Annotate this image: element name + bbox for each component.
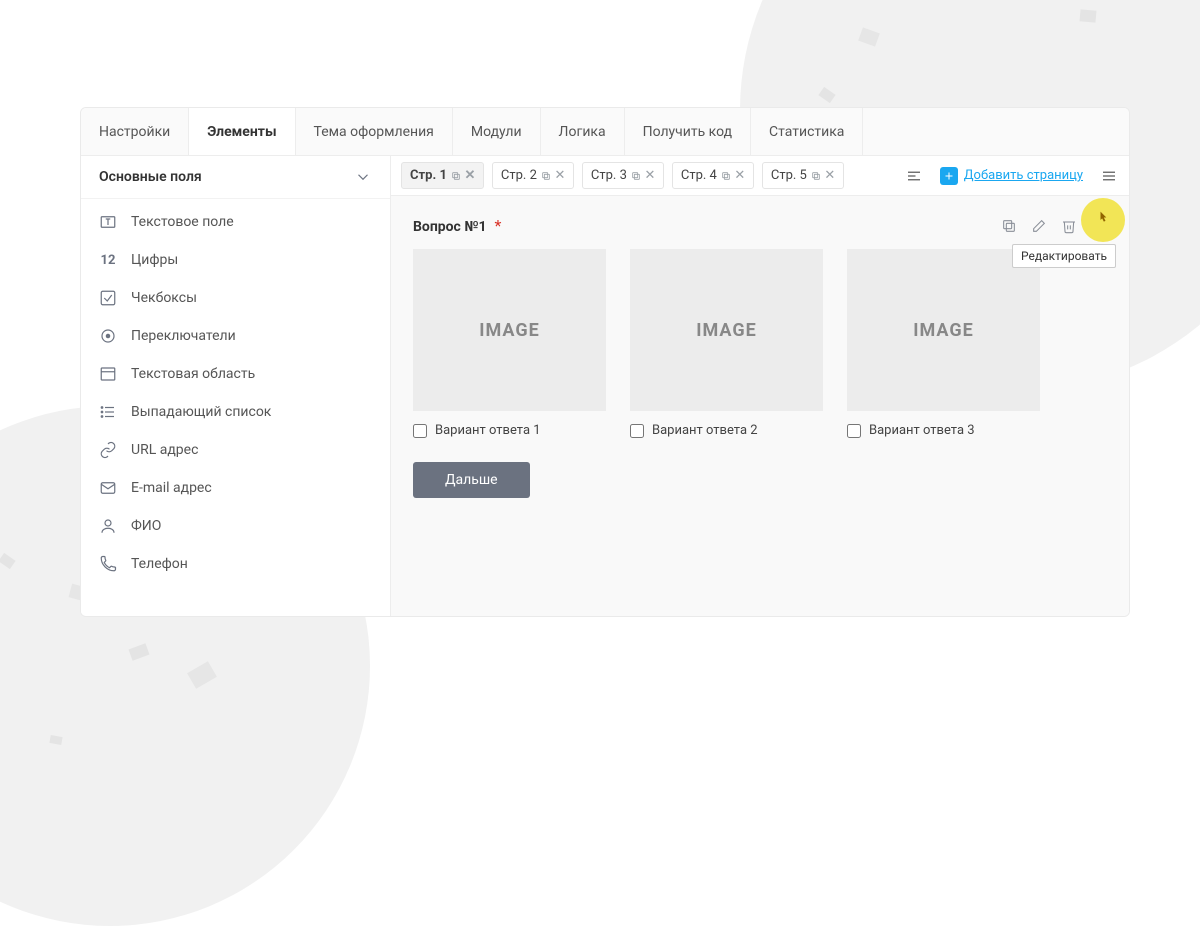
main-area: Стр. 1 ✕ Стр. 2 ✕ Стр. 3 ✕ Стр. 4 — [391, 156, 1129, 616]
sidebar-item-email[interactable]: E-mail адрес — [81, 469, 390, 507]
close-icon[interactable]: ✕ — [825, 171, 835, 181]
plus-icon — [940, 167, 958, 185]
menu-icon[interactable] — [1099, 166, 1119, 186]
main-tabs: Настройки Элементы Тема оформления Модул… — [81, 108, 1129, 156]
sidebar-item-label: Текстовое поле — [131, 214, 234, 230]
copy-icon[interactable] — [721, 171, 731, 181]
next-button[interactable]: Дальше — [413, 462, 530, 498]
copy-icon[interactable] — [1001, 218, 1017, 234]
sidebar-item-numbers[interactable]: 12 Цифры — [81, 241, 390, 279]
sidebar-item-label: URL адрес — [131, 442, 198, 458]
sidebar-item-checkboxes[interactable]: Чекбоксы — [81, 279, 390, 317]
edit-tooltip: Редактировать — [1012, 244, 1116, 268]
option-label: Вариант ответа 1 — [435, 423, 541, 438]
image-placeholder[interactable]: IMAGE — [847, 249, 1040, 411]
checkbox-icon — [99, 289, 117, 307]
mail-icon — [99, 479, 117, 497]
numbers-icon: 12 — [99, 251, 117, 269]
radio-icon — [99, 327, 117, 345]
close-icon[interactable]: ✕ — [465, 171, 475, 181]
tab-logic[interactable]: Логика — [541, 108, 625, 155]
option-label: Вариант ответа 3 — [869, 423, 975, 438]
sidebar-item-text-field[interactable]: Текстовое поле — [81, 203, 390, 241]
sidebar-item-label: Телефон — [131, 556, 188, 572]
option-label: Вариант ответа 2 — [652, 423, 758, 438]
option-checkbox-2[interactable] — [630, 424, 644, 438]
delete-icon[interactable] — [1061, 218, 1077, 234]
add-page-label: Добавить страницу — [964, 168, 1083, 183]
close-icon[interactable]: ✕ — [645, 171, 655, 181]
page-tab-4[interactable]: Стр. 4 ✕ — [672, 162, 754, 189]
sidebar-item-name[interactable]: ФИО — [81, 507, 390, 545]
close-icon[interactable]: ✕ — [735, 171, 745, 181]
person-icon — [99, 517, 117, 535]
sidebar: Основные поля Текстовое поле 12 Цифры Че… — [81, 156, 391, 616]
sidebar-item-radio[interactable]: Переключатели — [81, 317, 390, 355]
page-tab-5[interactable]: Стр. 5 ✕ — [762, 162, 844, 189]
phone-icon — [99, 555, 117, 573]
reorder-icon[interactable] — [904, 166, 924, 186]
page-tab-label: Стр. 1 — [410, 168, 447, 183]
option-checkbox-1[interactable] — [413, 424, 427, 438]
sidebar-item-url[interactable]: URL адрес — [81, 431, 390, 469]
page-tab-3[interactable]: Стр. 3 ✕ — [582, 162, 664, 189]
question-title: Вопрос №1 — [413, 219, 487, 235]
edit-icon[interactable] — [1031, 218, 1047, 234]
image-placeholder[interactable]: IMAGE — [413, 249, 606, 411]
tab-settings[interactable]: Настройки — [81, 108, 189, 155]
textarea-icon — [99, 365, 117, 383]
tab-getcode[interactable]: Получить код — [625, 108, 751, 155]
sidebar-item-label: Текстовая область — [131, 366, 255, 382]
option-checkbox-3[interactable] — [847, 424, 861, 438]
page-tab-label: Стр. 3 — [591, 168, 627, 183]
sidebar-item-textarea[interactable]: Текстовая область — [81, 355, 390, 393]
pointer-cursor-icon — [1093, 210, 1113, 230]
tab-stats[interactable]: Статистика — [751, 108, 863, 155]
chevron-down-icon — [354, 168, 372, 186]
copy-icon[interactable] — [631, 171, 641, 181]
page-tab-label: Стр. 5 — [771, 168, 807, 183]
tab-modules[interactable]: Модули — [453, 108, 541, 155]
add-page-button[interactable]: Добавить страницу — [940, 167, 1083, 185]
sidebar-section-label: Основные поля — [99, 169, 202, 185]
sidebar-item-label: Выпадающий список — [131, 404, 271, 420]
page-tab-label: Стр. 4 — [681, 168, 717, 183]
cursor-highlight — [1081, 198, 1125, 242]
sidebar-item-phone[interactable]: Телефон — [81, 545, 390, 583]
sidebar-item-label: E-mail адрес — [131, 480, 212, 496]
close-icon[interactable]: ✕ — [555, 171, 565, 181]
sidebar-item-label: Цифры — [131, 252, 178, 268]
link-icon — [99, 441, 117, 459]
sidebar-item-label: Переключатели — [131, 328, 236, 344]
tab-elements[interactable]: Элементы — [189, 108, 295, 155]
page-tab-2[interactable]: Стр. 2 ✕ — [492, 162, 574, 189]
page-tab-label: Стр. 2 — [501, 168, 537, 183]
page-tab-1[interactable]: Стр. 1 ✕ — [401, 162, 484, 189]
sidebar-item-label: ФИО — [131, 518, 161, 534]
required-mark: * — [495, 216, 502, 235]
app-card: Настройки Элементы Тема оформления Модул… — [80, 107, 1130, 617]
sidebar-item-dropdown[interactable]: Выпадающий список — [81, 393, 390, 431]
page-bar: Стр. 1 ✕ Стр. 2 ✕ Стр. 3 ✕ Стр. 4 — [391, 156, 1129, 196]
sidebar-section-toggle[interactable]: Основные поля — [81, 156, 390, 199]
tab-theme[interactable]: Тема оформления — [296, 108, 453, 155]
image-placeholder[interactable]: IMAGE — [630, 249, 823, 411]
copy-icon[interactable] — [811, 171, 821, 181]
sidebar-item-label: Чекбоксы — [131, 290, 197, 306]
copy-icon[interactable] — [541, 171, 551, 181]
text-field-icon — [99, 213, 117, 231]
list-icon — [99, 403, 117, 421]
copy-icon[interactable] — [451, 171, 461, 181]
